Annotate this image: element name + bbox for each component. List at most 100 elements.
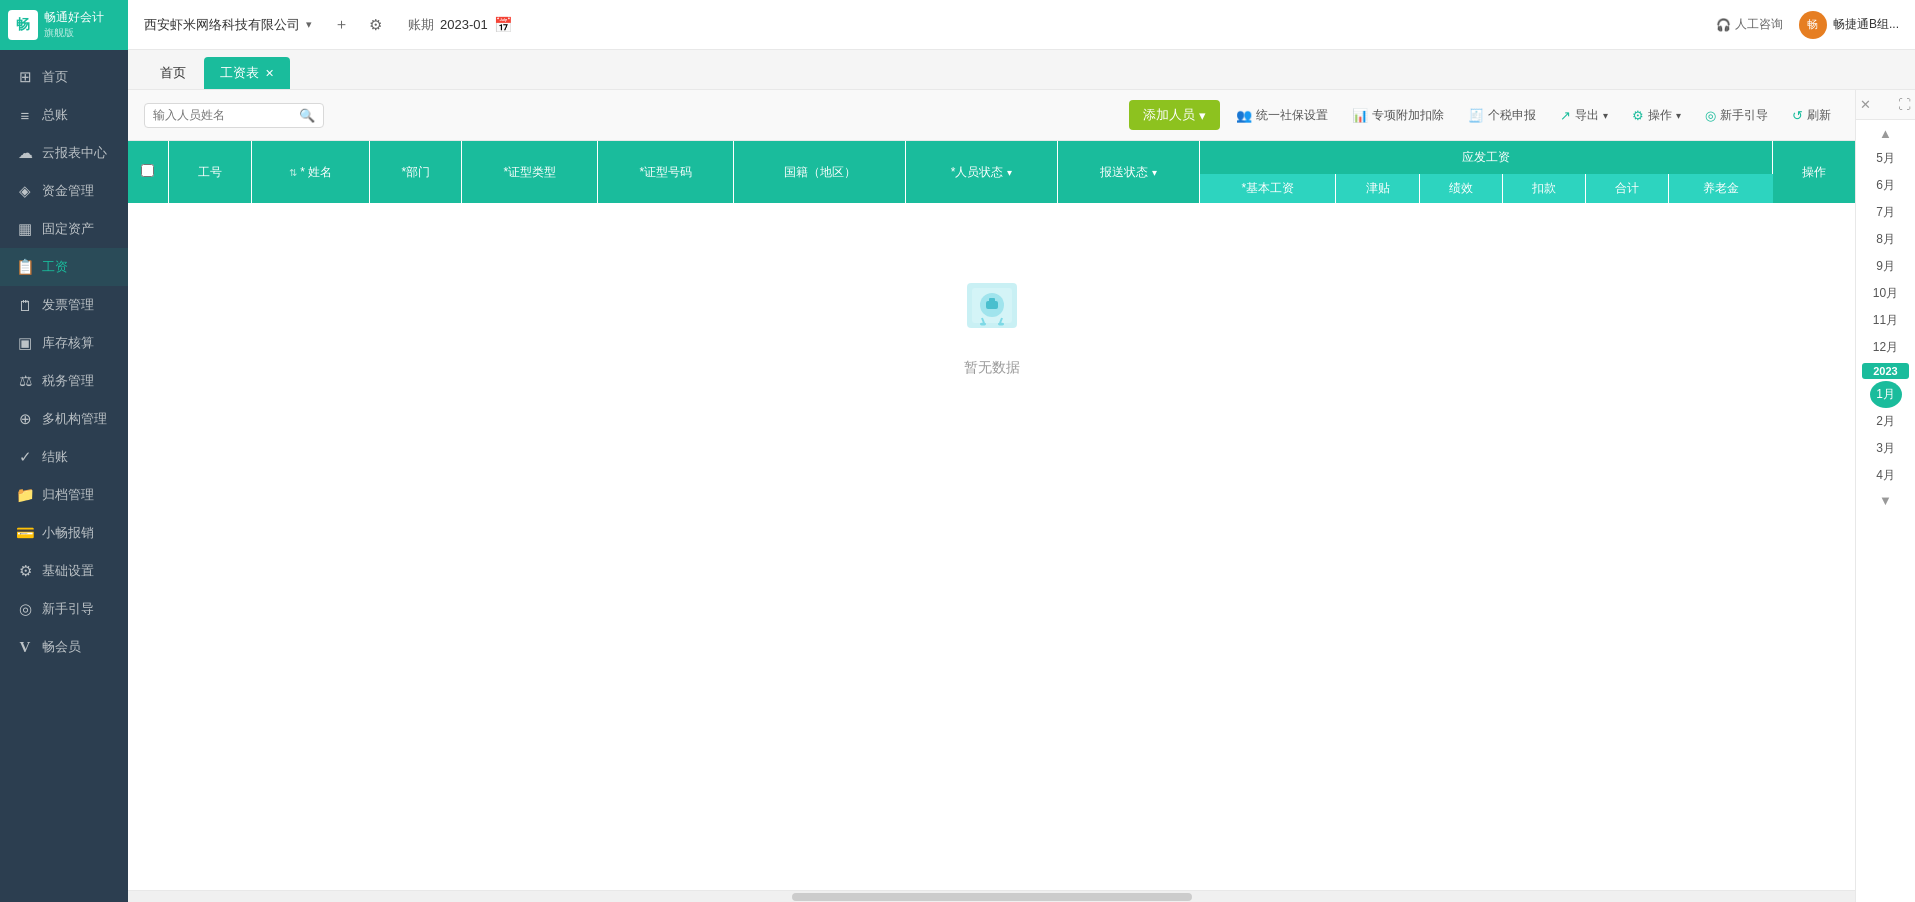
sidebar-item-label: 新手引导 <box>42 600 94 618</box>
sidebar-item-home[interactable]: ⊞ 首页 <box>0 58 128 96</box>
month-2023-04[interactable]: 4月 <box>1856 462 1915 489</box>
select-all-checkbox[interactable] <box>141 164 154 177</box>
th-employee-id: 工号 <box>168 141 251 203</box>
month-2022-09[interactable]: 9月 <box>1856 253 1915 280</box>
th-allowance: 津贴 <box>1336 174 1419 203</box>
month-2023-03[interactable]: 3月 <box>1856 435 1915 462</box>
sidebar-item-label: 工资 <box>42 258 68 276</box>
home-icon: ⊞ <box>16 68 34 86</box>
month-2022-06[interactable]: 6月 <box>1856 172 1915 199</box>
months-list: ▲ 5月 6月 7月 8月 9月 10月 <box>1856 120 1915 902</box>
chevron-down-icon: ▾ <box>306 18 312 31</box>
month-2022-05[interactable]: 5月 <box>1856 145 1915 172</box>
export-label: 导出 <box>1575 107 1599 124</box>
panel-close-button[interactable]: ✕ <box>1860 97 1871 112</box>
operation-button[interactable]: ⚙ 操作 ▾ <box>1624 103 1689 128</box>
sidebar-item-label: 总账 <box>42 106 68 124</box>
sidebar-nav: ⊞ 首页 ≡ 总账 ☁ 云报表中心 ◈ 资金管理 ▦ 固定资产 📋 工资 🗒 发… <box>0 50 128 902</box>
refresh-label: 刷新 <box>1807 107 1831 124</box>
inventory-icon: ▣ <box>16 334 34 352</box>
horizontal-scrollbar[interactable] <box>128 890 1855 902</box>
tab-salary-table[interactable]: 工资表 ✕ <box>204 57 290 89</box>
refresh-icon: ↺ <box>1792 108 1803 123</box>
th-total: 合计 <box>1585 174 1668 203</box>
guide-button[interactable]: ◎ 新手引导 <box>1697 103 1776 128</box>
month-2022-11[interactable]: 11月 <box>1856 307 1915 334</box>
th-salary-group: 应发工资 <box>1200 141 1773 174</box>
social-insurance-button[interactable]: 👥 统一社保设置 <box>1228 103 1336 128</box>
person-status-filter-icon[interactable]: ▾ <box>1007 167 1012 178</box>
company-selector[interactable]: 西安虾米网络科技有限公司 ▾ <box>144 16 312 34</box>
sidebar-item-label: 云报表中心 <box>42 144 107 162</box>
guide-icon: ◎ <box>1705 108 1716 123</box>
refresh-button[interactable]: ↺ 刷新 <box>1784 103 1839 128</box>
svg-point-8 <box>998 323 1004 326</box>
sidebar-item-invoice[interactable]: 🗒 发票管理 <box>0 286 128 324</box>
empty-text: 暂无数据 <box>964 359 1020 377</box>
sidebar-item-ledger[interactable]: ≡ 总账 <box>0 96 128 134</box>
support-button[interactable]: 🎧 人工咨询 <box>1716 16 1783 33</box>
user-menu[interactable]: 畅 畅捷通B组... <box>1799 11 1899 39</box>
month-2022-12[interactable]: 12月 <box>1856 334 1915 361</box>
calendar-icon[interactable]: 📅 <box>494 16 513 34</box>
sidebar-item-salary[interactable]: 📋 工资 <box>0 248 128 286</box>
sidebar-item-close[interactable]: ✓ 结账 <box>0 438 128 476</box>
sidebar-item-expense[interactable]: 💳 小畅报销 <box>0 514 128 552</box>
year-2023-divider: 2023 <box>1862 363 1909 379</box>
sidebar-item-label: 基础设置 <box>42 562 94 580</box>
panel-expand-button[interactable]: ⛶ <box>1898 97 1911 112</box>
vip-icon: V <box>16 639 34 656</box>
ledger-icon: ≡ <box>16 107 34 124</box>
name-sort-icon[interactable]: ⇅ <box>289 167 297 178</box>
add-person-chevron-icon: ▾ <box>1199 108 1206 123</box>
month-2023-02[interactable]: 2月 <box>1856 408 1915 435</box>
sidebar-item-label: 首页 <box>42 68 68 86</box>
export-button[interactable]: ↗ 导出 ▾ <box>1552 103 1616 128</box>
sidebar-item-multi-org[interactable]: ⊕ 多机构管理 <box>0 400 128 438</box>
search-input[interactable] <box>153 108 293 122</box>
sidebar-item-guide[interactable]: ◎ 新手引导 <box>0 590 128 628</box>
month-2022-08[interactable]: 8月 <box>1856 226 1915 253</box>
th-deduction: 扣款 <box>1502 174 1585 203</box>
scrollbar-thumb[interactable] <box>792 893 1192 901</box>
special-deduction-label: 专项附加扣除 <box>1372 107 1444 124</box>
sidebar-logo: 畅 畅通好会计 旗舰版 <box>0 0 128 50</box>
content-area: 🔍 添加人员 ▾ 👥 统一社保设置 📊 专项附加扣除 <box>128 90 1915 902</box>
submit-status-filter-icon[interactable]: ▾ <box>1152 167 1157 178</box>
th-actions: 操作 <box>1773 141 1855 203</box>
sidebar-item-settings[interactable]: ⚙ 基础设置 <box>0 552 128 590</box>
th-name: ⇅ * 姓名 <box>251 141 370 203</box>
scroll-up-button[interactable]: ▲ <box>1879 126 1892 141</box>
toolbar-right: 添加人员 ▾ 👥 统一社保设置 📊 专项附加扣除 🧾 个税申报 <box>1129 100 1839 130</box>
sidebar-item-inventory[interactable]: ▣ 库存核算 <box>0 324 128 362</box>
sidebar-item-cloud-report[interactable]: ☁ 云报表中心 <box>0 134 128 172</box>
social-insurance-label: 统一社保设置 <box>1256 107 1328 124</box>
tax-declare-icon: 🧾 <box>1468 108 1484 123</box>
tabbar: 首页 工资表 ✕ <box>128 50 1915 90</box>
settings-button[interactable]: ⚙ <box>362 12 388 38</box>
sidebar-item-label: 多机构管理 <box>42 410 107 428</box>
scroll-down-button[interactable]: ▼ <box>1879 493 1892 508</box>
special-deduction-button[interactable]: 📊 专项附加扣除 <box>1344 103 1452 128</box>
guide-label: 新手引导 <box>1720 107 1768 124</box>
sidebar-item-vip[interactable]: V 畅会员 <box>0 628 128 666</box>
topbar-add-actions: ＋ ⚙ <box>328 12 388 38</box>
sidebar-item-fixed-asset[interactable]: ▦ 固定资产 <box>0 210 128 248</box>
sidebar-item-archive[interactable]: 📁 归档管理 <box>0 476 128 514</box>
add-person-button[interactable]: 添加人员 ▾ <box>1129 100 1220 130</box>
svg-rect-3 <box>986 301 998 309</box>
operation-label: 操作 <box>1648 107 1672 124</box>
salary-icon: 📋 <box>16 258 34 276</box>
tab-home[interactable]: 首页 <box>144 57 202 89</box>
th-id-type: *证型类型 <box>462 141 598 203</box>
month-2022-10[interactable]: 10月 <box>1856 280 1915 307</box>
tax-declare-button[interactable]: 🧾 个税申报 <box>1460 103 1544 128</box>
month-2022-07[interactable]: 7月 <box>1856 199 1915 226</box>
month-2023-01[interactable]: 1月 <box>1870 381 1902 408</box>
add-company-button[interactable]: ＋ <box>328 12 354 38</box>
sidebar-item-fund[interactable]: ◈ 资金管理 <box>0 172 128 210</box>
th-nationality: 国籍（地区） <box>734 141 906 203</box>
sidebar-item-tax[interactable]: ⚖ 税务管理 <box>0 362 128 400</box>
tab-close-icon[interactable]: ✕ <box>265 67 274 80</box>
sidebar-item-label: 畅会员 <box>42 638 81 656</box>
